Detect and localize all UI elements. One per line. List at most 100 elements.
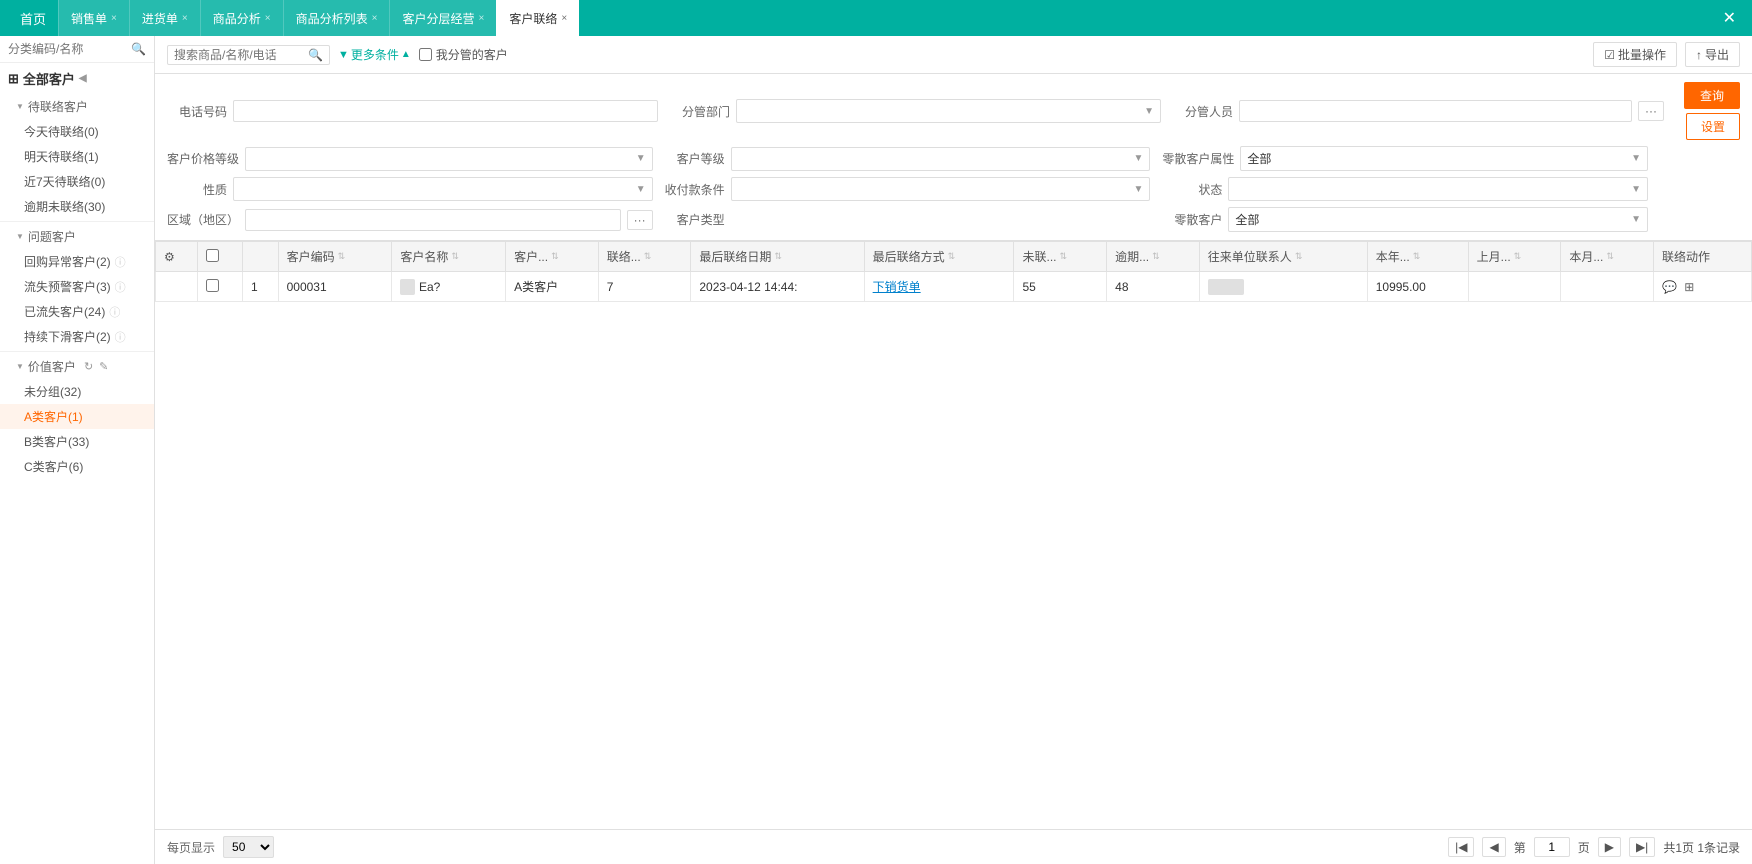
col-unit-contact-sort[interactable]: ⇅: [1295, 251, 1303, 262]
nav-tab-customer-tier[interactable]: 客户分层经营 ×: [389, 0, 496, 36]
nav-tab-purchase[interactable]: 进货单 ×: [129, 0, 200, 36]
sidebar-item-overdue[interactable]: 逾期未联络(30): [0, 194, 154, 219]
sidebar-item-tomorrow[interactable]: 明天待联络(1): [0, 144, 154, 169]
sidebar-item-ungroup[interactable]: 未分组(32): [0, 379, 154, 404]
col-this-month-label: 本月...: [1569, 248, 1603, 265]
sidebar-search-icon[interactable]: 🔍: [131, 42, 146, 56]
nav-tab-customer-contact-close[interactable]: ×: [561, 13, 567, 24]
col-this-month: 本月... ⇅: [1561, 242, 1654, 272]
sidebar-item-b-class[interactable]: B类客户(33): [0, 429, 154, 454]
filter-input-manager[interactable]: [1239, 100, 1632, 122]
page-prev-button[interactable]: ◀: [1482, 837, 1505, 857]
nav-tab-analysis-list[interactable]: 商品分析列表 ×: [283, 0, 390, 36]
filter-search-input[interactable]: [174, 48, 304, 62]
global-close-button[interactable]: ✕: [1715, 8, 1744, 28]
sidebar-item-7days[interactable]: 近7天待联络(0): [0, 169, 154, 194]
col-last-method-sort[interactable]: ⇅: [948, 251, 956, 262]
last-method-link[interactable]: 下销货单: [873, 280, 921, 294]
sidebar-a-class-label: A类客户(1): [24, 408, 83, 425]
sidebar-value-edit-icon[interactable]: ✎: [99, 360, 108, 373]
col-last-month-sort[interactable]: ⇅: [1514, 251, 1522, 262]
col-last-date-sort[interactable]: ⇅: [774, 251, 782, 262]
col-name-sort[interactable]: ⇅: [451, 251, 459, 262]
filter-select-price-grade[interactable]: ▼: [245, 147, 653, 171]
filter-input-region[interactable]: [245, 209, 621, 231]
filter-search-icon[interactable]: 🔍: [308, 48, 323, 62]
nav-tab-sales[interactable]: 销售单 ×: [58, 0, 129, 36]
region-dots-button[interactable]: ···: [627, 210, 653, 230]
settings-button[interactable]: 设置: [1686, 113, 1740, 140]
my-customers-checkbox[interactable]: [419, 48, 432, 61]
batch-ops-button[interactable]: ☑ 批量操作: [1593, 42, 1677, 67]
row-last-month: [1468, 272, 1561, 302]
row-select-checkbox[interactable]: [206, 279, 219, 292]
sidebar-all-customers[interactable]: ⊞ 全部客户 ◀: [0, 63, 154, 94]
col-code-label: 客户编码: [287, 248, 335, 265]
filter-select-retail-attr[interactable]: 全部 ▼: [1240, 146, 1648, 171]
col-unit-contact: 往来单位联系人 ⇅: [1199, 242, 1367, 272]
nav-tab-analysis-list-close[interactable]: ×: [372, 13, 378, 24]
filter-select-retail-customer-value: 全部: [1235, 211, 1259, 228]
col-this-year-sort[interactable]: ⇅: [1413, 251, 1421, 262]
page-next-button[interactable]: ▶: [1598, 837, 1621, 857]
sidebar-item-c-class[interactable]: C类客户(6): [0, 454, 154, 479]
page-first-button[interactable]: |◀: [1448, 837, 1474, 857]
col-no-contact-sort[interactable]: ⇅: [1060, 251, 1068, 262]
filter-select-grade[interactable]: ▼: [731, 147, 1151, 171]
filter-select-nature[interactable]: ▼: [233, 177, 653, 201]
sidebar-item-churn-warning[interactable]: 流失预警客户(3) ⓘ: [0, 274, 154, 299]
advanced-filter: 电话号码 分管部门 ▼ 分管人员 ··· 查询 设置: [155, 74, 1752, 241]
nav-tab-customer-contact[interactable]: 客户联络 ×: [496, 0, 579, 36]
nav-tab-analysis-close[interactable]: ×: [265, 13, 271, 24]
filter-cell-grade: 客户等级 ▼: [665, 147, 1163, 171]
sidebar-item-a-class[interactable]: A类客户(1): [0, 404, 154, 429]
filter-label-manager: 分管人员: [1173, 103, 1233, 120]
filter-cell-manager: 分管人员 ···: [1173, 100, 1676, 122]
nav-tab-sales-close[interactable]: ×: [111, 13, 117, 24]
sidebar-group-pending[interactable]: ▼ 待联络客户: [0, 94, 154, 119]
nav-tab-analysis[interactable]: 商品分析 ×: [200, 0, 283, 36]
filter-select-status[interactable]: ▼: [1228, 177, 1648, 201]
filter-select-payment[interactable]: ▼: [731, 177, 1151, 201]
sidebar-group-problem[interactable]: ▼ 问题客户: [0, 224, 154, 249]
query-button[interactable]: 查询: [1684, 82, 1740, 109]
query-btn-group: 查询 设置: [1676, 82, 1740, 140]
nav-tab-customer-tier-close[interactable]: ×: [478, 13, 484, 24]
col-this-month-sort[interactable]: ⇅: [1606, 251, 1614, 262]
filter-cell-nature: 性质 ▼: [167, 177, 665, 201]
manager-dots-button[interactable]: ···: [1638, 101, 1664, 121]
nav-home[interactable]: 首页: [8, 0, 58, 36]
nav-tab-purchase-close[interactable]: ×: [182, 13, 188, 24]
sidebar-pending-label: 待联络客户: [28, 98, 88, 115]
nav-tab-customer-tier-label: 客户分层经营: [402, 10, 474, 27]
sidebar-item-declining[interactable]: 持续下滑客户(2) ⓘ: [0, 324, 154, 349]
filter-more-btn[interactable]: ▼ 更多条件 ▲: [338, 46, 411, 63]
nav-tab-purchase-label: 进货单: [142, 10, 178, 27]
action-grid-icon[interactable]: ⊞: [1684, 280, 1694, 294]
sidebar-item-churned[interactable]: 已流失客户(24) ⓘ: [0, 299, 154, 324]
filter-input-phone[interactable]: [233, 100, 658, 122]
filter-select-customer-type[interactable]: [731, 208, 1151, 232]
sidebar-item-today[interactable]: 今天待联络(0): [0, 119, 154, 144]
col-contact-sort[interactable]: ⇅: [644, 251, 652, 262]
sidebar-search-input[interactable]: [8, 42, 127, 56]
sidebar-item-repurchase-abnormal[interactable]: 回购异常客户(2) ⓘ: [0, 249, 154, 274]
row-type: A类客户: [506, 272, 599, 302]
action-chat-icon[interactable]: 💬: [1662, 280, 1677, 294]
select-all-checkbox[interactable]: [206, 249, 219, 262]
col-code-sort[interactable]: ⇅: [338, 251, 346, 262]
filter-select-retail-customer[interactable]: 全部 ▼: [1228, 207, 1648, 232]
filter-select-dept[interactable]: ▼: [736, 99, 1161, 123]
page-input[interactable]: [1534, 837, 1570, 857]
col-overdue-sort[interactable]: ⇅: [1152, 251, 1160, 262]
gear-header-icon[interactable]: ⚙: [164, 250, 175, 264]
per-page-select[interactable]: 50 100 200: [223, 836, 274, 858]
col-this-year-label: 本年...: [1376, 248, 1410, 265]
export-button[interactable]: ↑ 导出: [1685, 42, 1740, 67]
col-type-sort[interactable]: ⇅: [551, 251, 559, 262]
sidebar-group-value[interactable]: ▼ 价值客户 ↻ ✎: [0, 354, 154, 379]
page-last-button[interactable]: ▶|: [1629, 837, 1655, 857]
filter-cell-price-grade: 客户价格等级 ▼: [167, 147, 665, 171]
sidebar-value-refresh-icon[interactable]: ↻: [84, 360, 93, 373]
row-last-date: 2023-04-12 14:44:: [691, 272, 864, 302]
